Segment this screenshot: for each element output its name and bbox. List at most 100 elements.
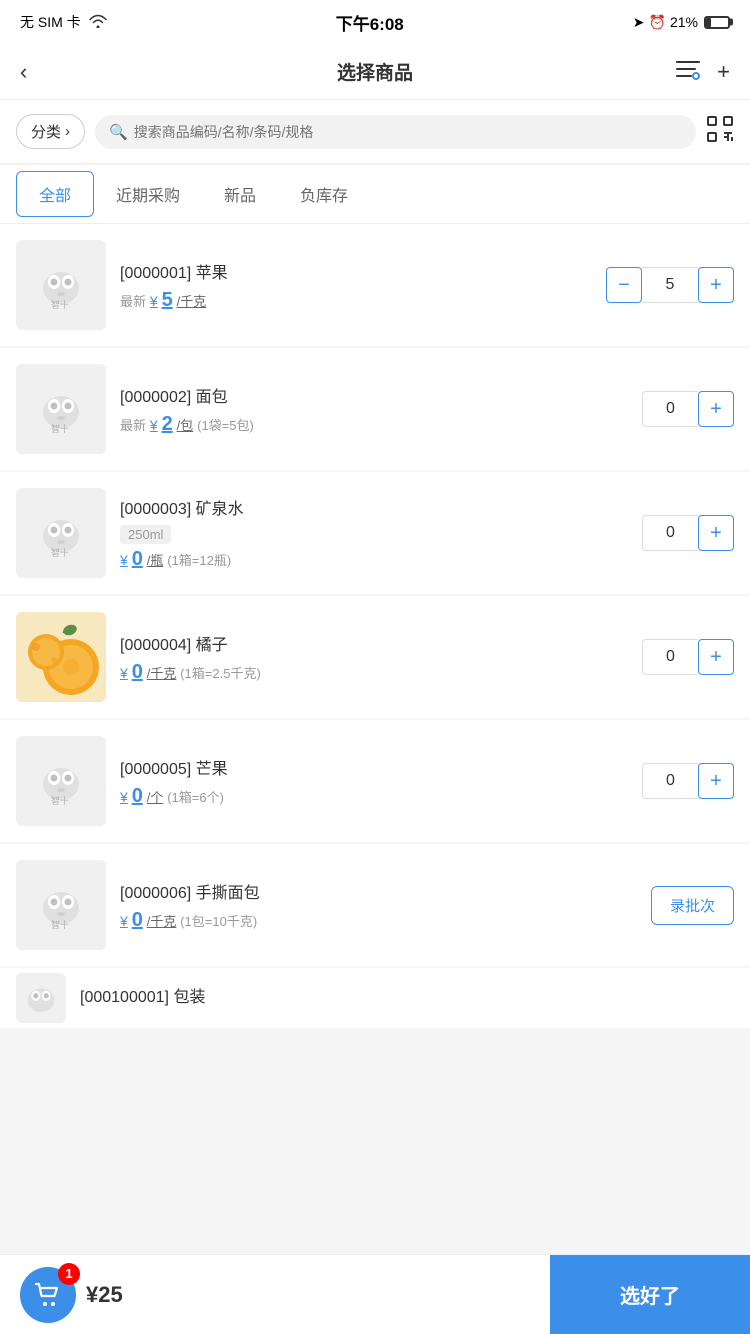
list-item: [0000004] 橘子 ¥ 0 /千克 (1箱=2.5千克) + [0,596,750,718]
list-item: 智十 [0000006] 手撕面包 ¥ 0 /千克 (1包=10千克) 录批次 [0,844,750,966]
product-info-6: [0000006] 手撕面包 ¥ 0 /千克 (1包=10千克) [120,879,637,932]
wifi-icon [89,14,107,31]
qty-input-1[interactable] [642,267,698,303]
nav-right: + [675,58,730,86]
product-name-2: [0000002] 面包 [120,383,628,407]
tab-bar: 全部 近期采购 新品 负库存 [0,165,750,224]
increment-button-4[interactable]: + [698,639,734,675]
increment-button-2[interactable]: + [698,391,734,427]
list-item: 智十 [0000003] 矿泉水 250ml ¥ 0 /瓶 (1箱=12瓶) + [0,472,750,594]
tab-all[interactable]: 全部 [16,171,94,217]
qty-control-2: + [642,391,734,427]
product-image-4 [16,612,106,702]
increment-button-3[interactable]: + [698,515,734,551]
placeholder-owl-icon: 智十 [16,240,106,330]
battery-icon [704,16,730,29]
product-info-2: [0000002] 面包 最新 ¥ 2 /包 (1袋=5包) [120,383,628,436]
qty-control-3: + [642,515,734,551]
search-input[interactable] [134,124,682,140]
svg-text:智十: 智十 [51,423,69,434]
filter-icon[interactable] [675,58,701,86]
product-name-7: [000100001] 包装 [80,983,734,1007]
cart-icon-button[interactable]: 1 [20,1267,76,1323]
product-spec-3: 250ml [120,525,171,544]
list-item: 智十 [0000001] 苹果 最新 ¥ 5 /千克 − + [0,224,750,346]
scan-icon[interactable] [706,115,734,149]
product-name-4: [0000004] 橘子 [120,631,628,655]
price-value-1: 5 [162,289,173,311]
status-bar: 无 SIM 卡 下午6:08 ➤ ⏰ 21% [0,0,750,44]
carrier-label: 无 SIM 卡 [20,12,81,32]
product-info-1: [0000001] 苹果 最新 ¥ 5 /千克 [120,259,592,312]
product-name-5: [0000005] 芒果 [120,755,628,779]
tab-recent[interactable]: 近期采购 [94,165,202,223]
product-name-3: [0000003] 矿泉水 [120,495,628,519]
confirm-button[interactable]: 选好了 [550,1255,750,1334]
product-image-2: 智十 [16,364,106,454]
back-button[interactable]: ‹ [20,59,27,85]
list-item: 智十 [0000002] 面包 最新 ¥ 2 /包 (1袋=5包) + [0,348,750,470]
product-image-1: 智十 [16,240,106,330]
batch-button-6[interactable]: 录批次 [651,886,734,925]
svg-text:智十: 智十 [51,299,69,310]
qty-input-5[interactable] [642,763,698,799]
tab-negative-stock[interactable]: 负库存 [278,165,370,223]
qty-control-5: + [642,763,734,799]
product-price-4: ¥ 0 /千克 (1箱=2.5千克) [120,661,628,684]
category-chevron-icon: › [65,123,70,140]
increment-button-1[interactable]: + [698,267,734,303]
list-item: [000100001] 包装 [0,968,750,1028]
placeholder-owl-icon: 智十 [16,488,106,578]
status-time: 下午6:08 [336,10,404,35]
svg-text:智十: 智十 [51,795,69,806]
product-info-7: [000100001] 包装 [80,983,734,1013]
product-price-5: ¥ 0 /个 (1箱=6个) [120,785,628,808]
decrement-button-1[interactable]: − [606,267,642,303]
category-button[interactable]: 分类 › [16,114,85,149]
qty-input-2[interactable] [642,391,698,427]
search-box: 🔍 [95,115,696,149]
placeholder-owl-icon: 智十 [16,364,106,454]
product-price-2: 最新 ¥ 2 /包 (1袋=5包) [120,413,628,436]
product-image-5: 智十 [16,736,106,826]
filter-bar: 分类 › 🔍 [0,100,750,164]
location-icon: ➤ [633,14,645,31]
product-image-6: 智十 [16,860,106,950]
add-button[interactable]: + [717,59,730,85]
status-right: ➤ ⏰ 21% [633,14,730,31]
nav-bar: ‹ 选择商品 + [0,44,750,100]
product-info-5: [0000005] 芒果 ¥ 0 /个 (1箱=6个) [120,755,628,808]
qty-input-4[interactable] [642,639,698,675]
product-info-3: [0000003] 矿泉水 250ml ¥ 0 /瓶 (1箱=12瓶) [120,495,628,571]
category-label: 分类 [31,121,61,142]
tab-new[interactable]: 新品 [202,165,278,223]
product-name-1: [0000001] 苹果 [120,259,592,283]
alarm-icon: ⏰ [649,14,666,31]
nav-left: ‹ [20,59,27,85]
qty-control-4: + [642,639,734,675]
cart-icon [34,1282,62,1308]
list-item: 智十 [0000005] 芒果 ¥ 0 /个 (1箱=6个) + [0,720,750,842]
placeholder-owl-icon [16,973,66,1023]
placeholder-owl-icon: 智十 [16,736,106,826]
product-info-4: [0000004] 橘子 ¥ 0 /千克 (1箱=2.5千克) [120,631,628,684]
product-price-3: ¥ 0 /瓶 (1箱=12瓶) [120,548,628,571]
product-price-6: ¥ 0 /千克 (1包=10千克) [120,909,637,932]
battery-percent: 21% [670,14,698,30]
qty-input-3[interactable] [642,515,698,551]
orange-illustration [16,612,106,702]
qty-control-1: − + [606,267,734,303]
cart-badge: 1 [58,1263,80,1285]
increment-button-5[interactable]: + [698,763,734,799]
product-image-3: 智十 [16,488,106,578]
price-unit-1: /千克 [177,294,207,309]
page-title: 选择商品 [337,58,413,85]
product-image-7 [16,973,66,1023]
bottom-bar: 1 ¥25 选好了 [0,1254,750,1334]
product-price-1: 最新 ¥ 5 /千克 [120,289,592,312]
placeholder-owl-icon: 智十 [16,860,106,950]
product-name-6: [0000006] 手撕面包 [120,879,637,903]
svg-text:智十: 智十 [51,547,69,558]
cart-section: 1 ¥25 [0,1267,550,1323]
status-left: 无 SIM 卡 [20,12,107,32]
